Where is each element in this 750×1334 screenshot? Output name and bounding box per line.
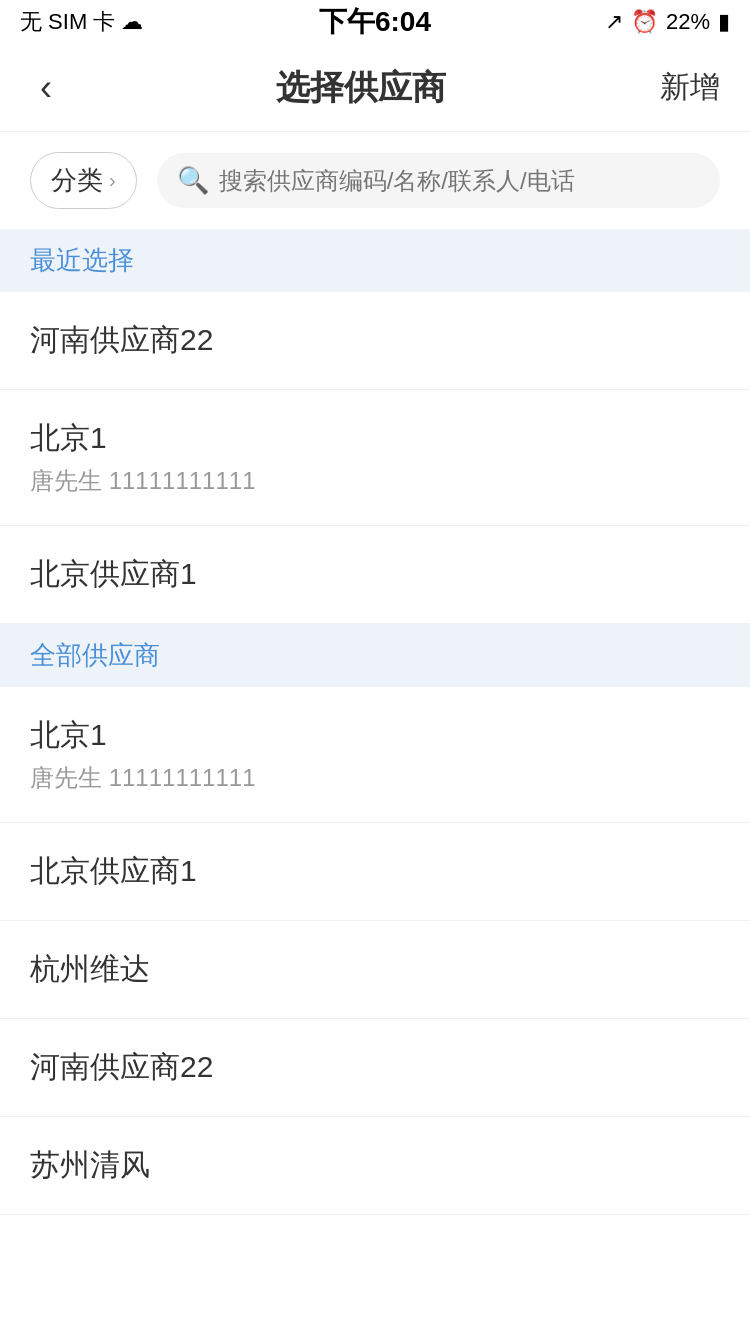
status-right: ↗ ⏰ 22% ▮ [605,9,730,35]
nav-bar: ‹ 选择供应商 新增 [0,44,750,132]
item-name: 北京供应商1 [30,851,720,892]
list-item[interactable]: 杭州维达 [0,921,750,1019]
battery-level: 22% [666,9,710,35]
item-name: 北京1 [30,418,720,459]
status-bar: 无 SIM 卡 ☁ 下午6:04 ↗ ⏰ 22% ▮ [0,0,750,44]
supplier-list: 最近选择河南供应商22 北京1 唐先生 11111111111 北京供应商1 全部供应商… [0,229,750,1215]
page-title: 选择供应商 [276,65,446,111]
item-sub: 唐先生 11111111111 [30,465,720,497]
battery-icon: ▮ [718,9,730,35]
back-button[interactable]: ‹ [30,57,62,119]
category-filter-button[interactable]: 分类 › [30,152,137,209]
item-name: 北京1 [30,715,720,756]
category-label: 分类 [51,163,103,198]
status-left: 无 SIM 卡 ☁ [20,7,143,37]
search-icon: 🔍 [177,165,209,196]
section-header-recent: 最近选择 [0,229,750,292]
list-item[interactable]: 北京供应商1 [0,823,750,921]
list-item[interactable]: 北京供应商1 [0,526,750,624]
search-input[interactable] [219,167,700,195]
item-name: 苏州清风 [30,1145,720,1186]
add-button[interactable]: 新增 [660,67,720,108]
location-icon: ↗ [605,9,623,35]
list-item[interactable]: 苏州清风 [0,1117,750,1215]
list-item[interactable]: 北京1 唐先生 11111111111 [0,390,750,526]
search-input-wrap: 🔍 [157,153,720,208]
search-section: 分类 › 🔍 [0,132,750,229]
list-item[interactable]: 河南供应商22 [0,1019,750,1117]
item-name: 河南供应商22 [30,320,720,361]
list-item[interactable]: 北京1 唐先生 11111111111 [0,687,750,823]
list-item[interactable]: 河南供应商22 [0,292,750,390]
chevron-right-icon: › [109,169,116,192]
sim-status: 无 SIM 卡 ☁ [20,7,143,37]
item-name: 河南供应商22 [30,1047,720,1088]
item-name: 杭州维达 [30,949,720,990]
item-sub: 唐先生 11111111111 [30,762,720,794]
alarm-icon: ⏰ [631,9,658,35]
item-name: 北京供应商1 [30,554,720,595]
status-time: 下午6:04 [319,3,431,41]
section-header-all: 全部供应商 [0,624,750,687]
